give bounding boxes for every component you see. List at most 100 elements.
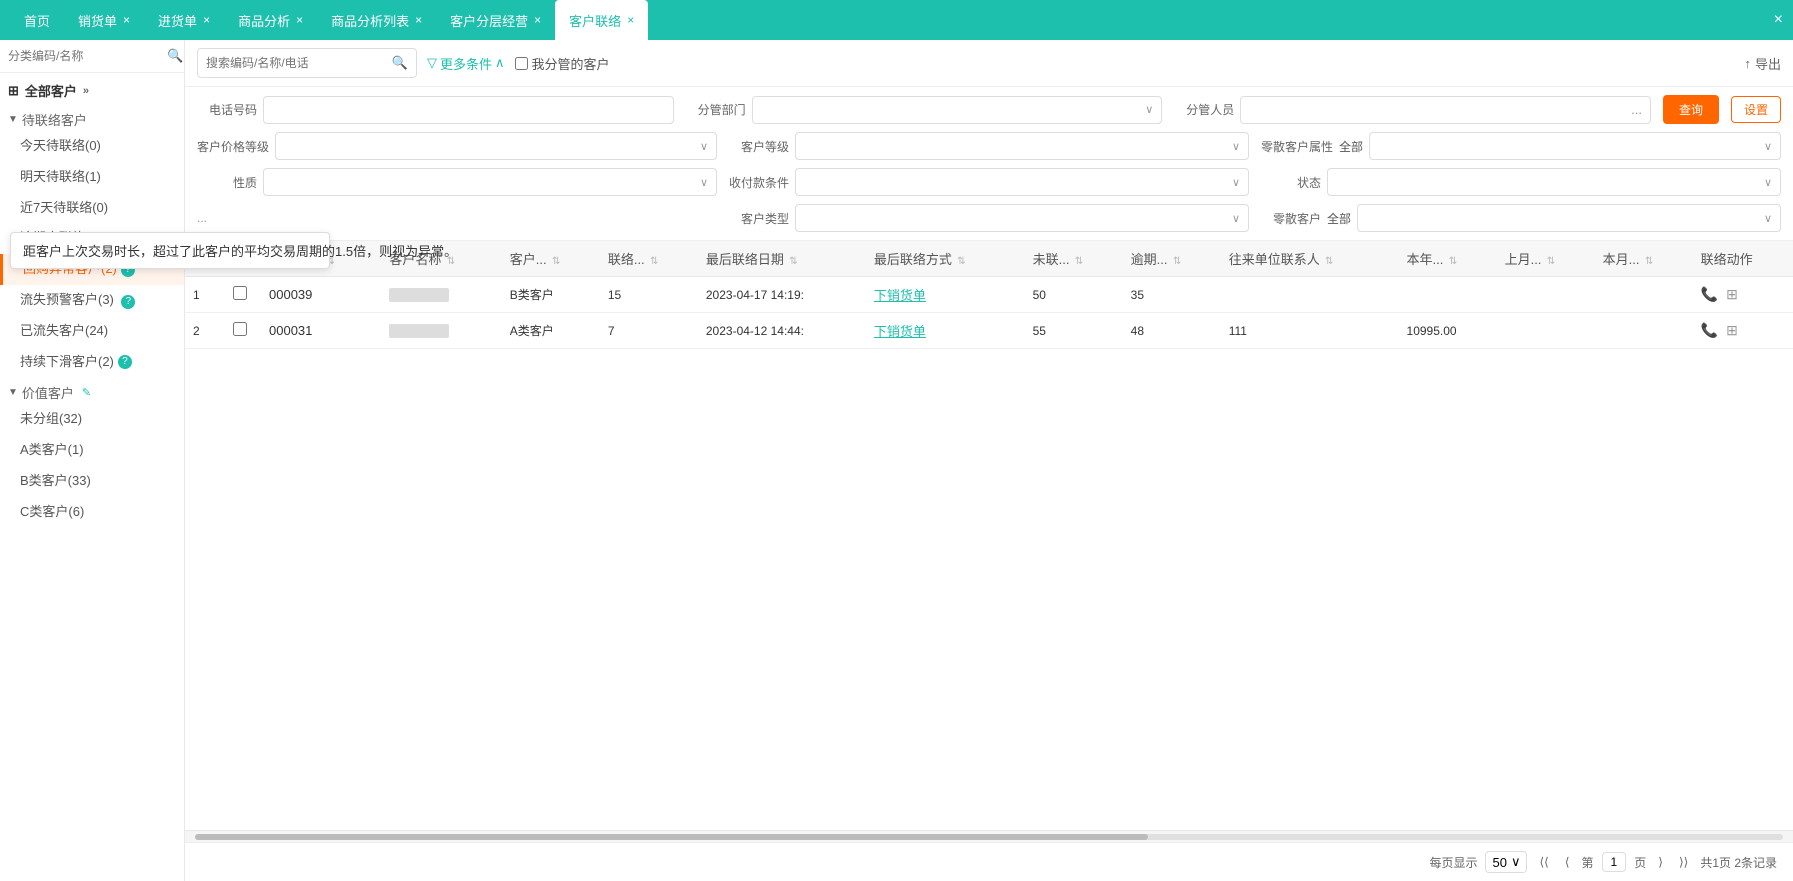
my-customers-checkbox-label[interactable]: 我分管的客户	[515, 54, 610, 73]
sidebar-item-unclassified[interactable]: 未分组(32)	[0, 404, 184, 435]
per-page-select[interactable]: 50 ∨	[1485, 851, 1527, 873]
price-level-select[interactable]: ∨	[275, 132, 717, 160]
nav-tab-customer-tier[interactable]: 客户分层经营 ×	[436, 0, 555, 40]
sort-icon-method[interactable]: ⇅	[957, 256, 965, 267]
customer-type-select[interactable]: ∨	[795, 204, 1249, 232]
current-page-input[interactable]: 1	[1602, 852, 1627, 872]
th-this-month-label: 本月...	[1603, 252, 1640, 267]
sort-icon-contact[interactable]: ⇅	[650, 256, 658, 267]
nav-tab-purchase-close[interactable]: ×	[203, 13, 210, 27]
scroll-thumb[interactable]	[195, 834, 1148, 840]
filter-more-label[interactable]: ...	[197, 211, 207, 225]
row1-select-checkbox[interactable]	[233, 286, 247, 300]
payment-label: 收付款条件	[729, 174, 789, 191]
nav-tab-analysis-list[interactable]: 商品分析列表 ×	[317, 0, 436, 40]
chevron-down-icon: ∨	[1145, 103, 1153, 116]
sidebar-item-b-class[interactable]: B类客户(33)	[0, 466, 184, 497]
row1-last-contact-method: 下销货单	[866, 277, 1025, 313]
arrow-down-icon: ▼	[8, 114, 18, 125]
filter-dept: 分管部门 ∨	[686, 96, 1163, 124]
total-records-label: 共1页 2条记录	[1700, 854, 1777, 871]
sort-icon-notcontact[interactable]: ⇅	[1075, 256, 1083, 267]
th-action: 联络动作	[1693, 241, 1793, 277]
search-input[interactable]	[206, 56, 386, 70]
dept-select[interactable]: ∨	[752, 96, 1163, 124]
sidebar-item-c-class[interactable]: C类客户(6)	[0, 497, 184, 528]
sidebar-item-lost[interactable]: 已流失客户(24)	[0, 316, 184, 347]
sidebar-item-a-class[interactable]: A类客户(1)	[0, 435, 184, 466]
th-last-contact-date-label: 最后联络日期	[706, 252, 784, 267]
search-bar: 🔍 ▽ 更多条件 ∧ 我分管的客户 ↑ 导出	[185, 40, 1793, 87]
row1-grid-icon[interactable]: ⊞	[1726, 286, 1738, 303]
nav-tab-sales-close[interactable]: ×	[123, 13, 130, 27]
filter-row-3: 性质 ∨ 收付款条件 ∨ 状态 ∨	[197, 168, 1781, 196]
horizontal-scrollbar[interactable]	[185, 830, 1793, 842]
nav-tab-purchase[interactable]: 进货单 ×	[144, 0, 224, 40]
row1-last-month	[1497, 277, 1595, 313]
row1-method-link[interactable]: 下销货单	[874, 288, 926, 303]
nav-tab-customer-contact[interactable]: 客户联络 ×	[555, 0, 648, 40]
sidebar-item-today[interactable]: 今天待联络(0)	[0, 131, 184, 162]
th-not-contacted: 未联... ⇅	[1025, 241, 1123, 277]
edit-icon[interactable]: ✎	[82, 386, 91, 399]
last-page-button[interactable]: ⟩⟩	[1675, 853, 1692, 871]
prev-page-button[interactable]: ⟨	[1561, 853, 1574, 871]
nav-tab-analysis-list-close[interactable]: ×	[415, 13, 422, 27]
first-page-button[interactable]: ⟨⟨	[1535, 853, 1552, 871]
chevron-down-icon-2: ∨	[700, 140, 708, 153]
sidebar-item-lost-warning[interactable]: 流失预警客户(3) ?	[0, 285, 184, 316]
value-customers-group[interactable]: ▼ 价值客户 ✎	[0, 377, 184, 404]
row1-phone-icon[interactable]: 📞	[1701, 286, 1718, 303]
sort-icon-thismonth[interactable]: ⇅	[1645, 256, 1653, 267]
query-button[interactable]: 查询	[1663, 95, 1719, 124]
customer-level-select[interactable]: ∨	[795, 132, 1249, 160]
more-conditions-button[interactable]: ▽ 更多条件 ∧	[427, 54, 505, 73]
row2-action: 📞 ⊞	[1693, 313, 1793, 349]
row2-this-month	[1595, 313, 1693, 349]
next-page-button[interactable]: ⟩	[1654, 853, 1667, 871]
nav-tab-analysis-close[interactable]: ×	[296, 13, 303, 27]
nav-tab-customer-contact-close[interactable]: ×	[627, 13, 634, 27]
pending-contact-group[interactable]: ▼ 待联络客户	[0, 104, 184, 131]
my-customers-checkbox[interactable]	[515, 57, 528, 70]
search-icon[interactable]: 🔍	[392, 55, 408, 71]
export-button[interactable]: ↑ 导出	[1744, 54, 1781, 73]
filter-status: 状态 ∨	[1261, 168, 1781, 196]
sidebar-search-icon[interactable]: 🔍	[167, 48, 183, 64]
row2-phone-icon[interactable]: 📞	[1701, 322, 1718, 339]
nav-tab-home[interactable]: 首页	[10, 0, 64, 40]
nav-tab-customer-tier-close[interactable]: ×	[534, 13, 541, 27]
sort-icon-date[interactable]: ⇅	[789, 256, 797, 267]
manager-select[interactable]: ...	[1240, 96, 1651, 124]
row2-this-year: 10995.00	[1399, 313, 1497, 349]
th-overdue: 逾期... ⇅	[1123, 241, 1221, 277]
zero-sale-attr-select[interactable]: ∨	[1369, 132, 1781, 160]
row2-grid-icon[interactable]: ⊞	[1726, 322, 1738, 339]
sort-icon-lastmonth[interactable]: ⇅	[1547, 256, 1555, 267]
row2-select-checkbox[interactable]	[233, 322, 247, 336]
sidebar-search-input[interactable]	[8, 49, 163, 63]
sidebar-search-bar: 🔍	[0, 40, 184, 73]
sort-icon-overdue[interactable]: ⇅	[1173, 256, 1181, 267]
phone-input[interactable]	[263, 96, 674, 124]
payment-select[interactable]: ∨	[795, 168, 1249, 196]
sort-icon-year[interactable]: ⇅	[1449, 256, 1457, 267]
sort-icon-history[interactable]: ⇅	[1325, 256, 1333, 267]
pending-contact-label: 待联络客户	[22, 110, 87, 129]
row1-code: 000039	[261, 277, 381, 313]
nav-tab-analysis[interactable]: 商品分析 ×	[224, 0, 317, 40]
nav-tab-analysis-list-label: 商品分析列表	[331, 11, 409, 30]
gender-select[interactable]: ∨	[263, 168, 717, 196]
status-select[interactable]: ∨	[1327, 168, 1781, 196]
row2-method-link[interactable]: 下销货单	[874, 324, 926, 339]
window-close-button[interactable]: ×	[1774, 11, 1783, 29]
sidebar-item-declining[interactable]: 持续下滑客户(2) ?	[0, 347, 184, 378]
collapse-icon[interactable]: »	[83, 85, 89, 97]
sidebar-item-tomorrow[interactable]: 明天待联络(1)	[0, 162, 184, 193]
sort-icon-category[interactable]: ⇅	[552, 256, 560, 267]
zero-customer-select[interactable]: ∨	[1357, 204, 1781, 232]
nav-tab-sales[interactable]: 销货单 ×	[64, 0, 144, 40]
sidebar-item-7days[interactable]: 近7天待联络(0)	[0, 193, 184, 224]
table-row: 2 000031 A类客户 7 2023-04-12 14:44:	[185, 313, 1793, 349]
setting-button[interactable]: 设置	[1731, 96, 1781, 123]
